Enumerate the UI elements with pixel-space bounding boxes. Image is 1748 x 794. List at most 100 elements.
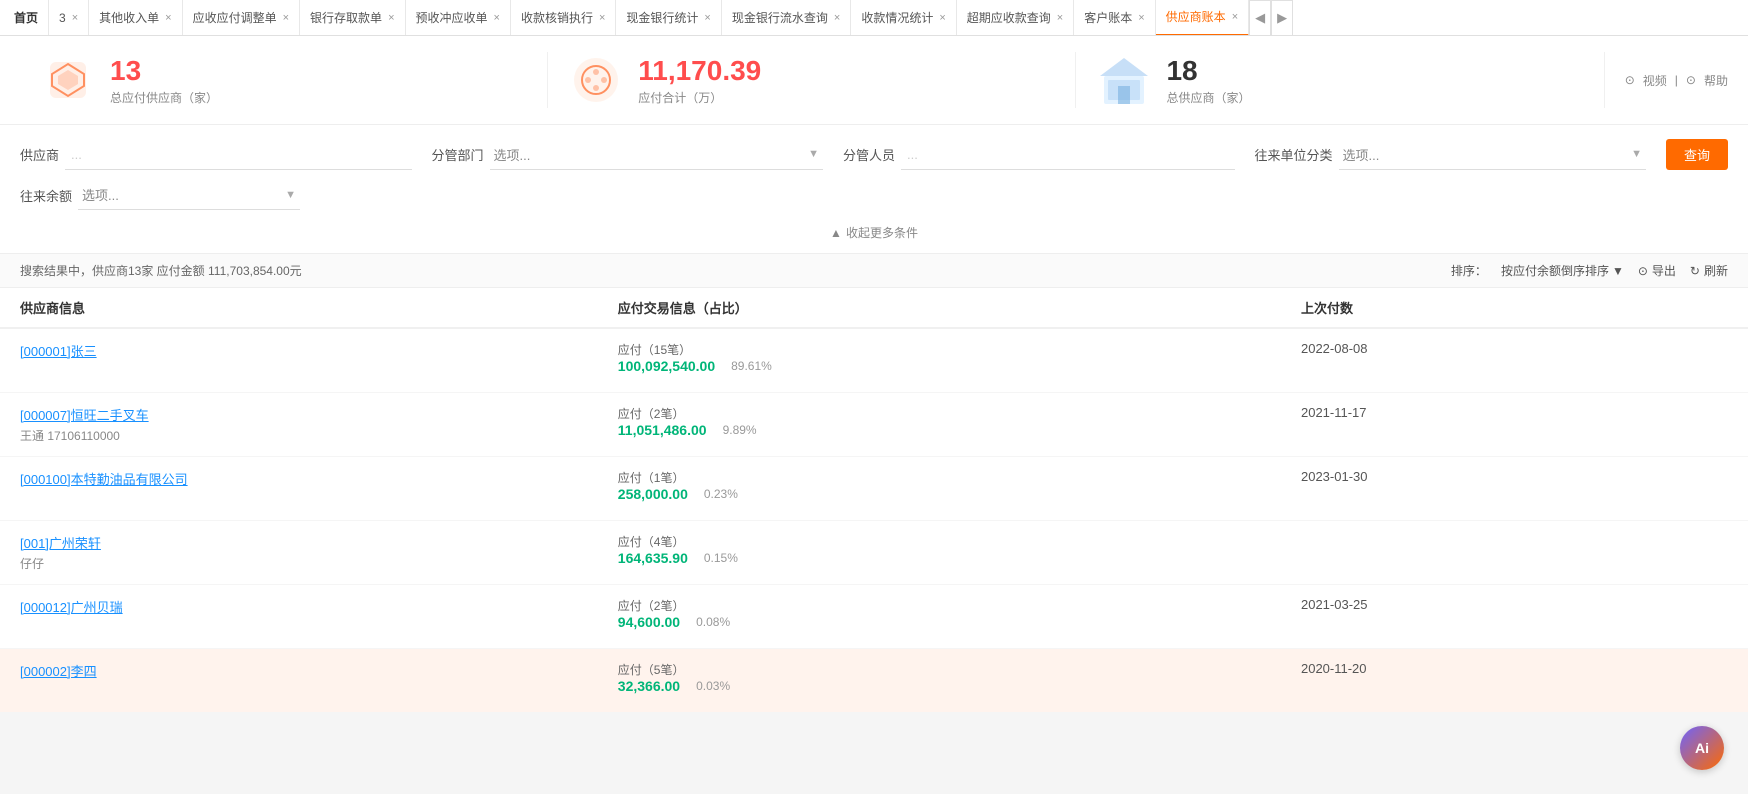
transaction-info-3: 应付（1笔） 258,000.00 0.23% [618,469,1301,502]
supplier-input[interactable] [65,140,411,170]
nav-tab-cash-bank-flow[interactable]: 现金银行流水查询 × [722,0,851,36]
supplier-sub-4: 仔仔 [20,555,618,572]
tab-adjustment-label: 应收应付调整单 [193,9,277,26]
transaction-info-1: 应付（15笔） 100,092,540.00 89.61% [618,341,1301,374]
supplier-link-1[interactable]: [000001]张三 [20,344,97,359]
supplier-info-4: [001]广州荣轩 仔仔 [20,533,618,572]
dept-select-text: 选项... [494,145,809,164]
supplier-link-2[interactable]: [000007]恒旺二手叉车 [20,408,149,423]
close-advance[interactable]: × [494,12,500,24]
sort-select[interactable]: 按应付余额倒序排序 ▼ [1501,262,1624,279]
tab-cash-bank-flow-label: 现金银行流水查询 [732,9,828,26]
trans-amount-6[interactable]: 32,366.00 [618,678,680,694]
nav-next-button[interactable]: ▶ [1271,0,1293,36]
lastpay-date-1: 2022-08-08 [1301,341,1368,356]
payable-amount-label: 应付合计（万） [638,89,761,106]
trans-label-3: 应付（1笔） [618,469,1301,486]
nav-tab-receipt-stat[interactable]: 收款情况统计 × [851,0,956,36]
nav-tab-bank[interactable]: 银行存取款单 × [300,0,405,36]
close-other-income[interactable]: × [165,12,171,24]
refresh-button[interactable]: ↻ 刷新 [1690,262,1728,279]
trans-amount-5[interactable]: 94,600.00 [618,614,680,630]
lastpay-date-5: 2021-03-25 [1301,597,1368,612]
close-tab-3[interactable]: × [72,12,78,24]
balance-chevron-icon: ▼ [285,189,296,201]
filter-row-2: 往来余额 选项... ▼ [20,180,1728,210]
total-suppliers-text: 18 总供应商（家） [1166,54,1250,107]
supplier-info-2: [000007]恒旺二手叉车 王通 17106110000 [20,405,618,444]
table-row: [000002]李四 应付（5笔） 32,366.00 0.03% 2020-1… [0,649,1748,713]
transaction-info-2: 应付（2笔） 11,051,486.00 9.89% [618,405,1301,438]
query-button[interactable]: 查询 [1666,139,1728,170]
supplier-info-5: [000012]广州贝瑞 [20,597,618,616]
trans-label-1: 应付（15笔） [618,341,1301,358]
trans-amount-1[interactable]: 100,092,540.00 [618,358,715,374]
trans-percent-3: 0.23% [704,487,738,501]
summary-bar: 13 总应付供应商（家） 11,170.39 应付合计（万） [0,36,1748,125]
nav-tab-cash-bank-stat[interactable]: 现金银行统计 × [616,0,721,36]
transaction-info-4: 应付（4笔） 164,635.90 0.15% [618,533,1301,566]
tab-cash-bank-stat-label: 现金银行统计 [626,9,698,26]
tab-supplier-ledger-label: 供应商账本 [1166,8,1226,25]
close-supplier-ledger[interactable]: × [1232,11,1238,23]
table-row: [000001]张三 应付（15笔） 100,092,540.00 89.61%… [0,329,1748,393]
filter-dept: 分管部门 选项... ▼ [432,140,824,170]
payable-suppliers-num: 13 [110,54,218,88]
close-receipt-stat[interactable]: × [939,12,945,24]
tab-customer-ledger-label: 客户账本 [1084,9,1132,26]
supplier-link-5[interactable]: [000012]广州贝瑞 [20,600,123,615]
close-cash-bank-stat[interactable]: × [704,12,710,24]
close-collection[interactable]: × [599,12,605,24]
collapse-label: 收起更多条件 [846,224,918,241]
circle-icon2: ⊙ [1686,73,1696,87]
close-adjustment[interactable]: × [283,12,289,24]
help-link[interactable]: 帮助 [1704,72,1728,89]
total-suppliers-num: 18 [1166,54,1250,88]
category-select-text: 选项... [1343,145,1632,164]
nav-tab-3[interactable]: 3 × [49,0,89,36]
payable-suppliers-label: 总应付供应商（家） [110,89,218,106]
filter-balance: 往来余额 选项... ▼ [20,180,300,210]
collapse-button[interactable]: ▲ 收起更多条件 [20,220,1728,245]
tab-receipt-stat-label: 收款情况统计 [861,9,933,26]
nav-tab-overdue[interactable]: 超期应收款查询 × [957,0,1074,36]
trans-percent-6: 0.03% [696,679,730,693]
balance-select[interactable]: 选项... ▼ [78,180,300,210]
trans-amount-3[interactable]: 258,000.00 [618,486,688,502]
trans-percent-1: 89.61% [731,359,772,373]
close-cash-bank-flow[interactable]: × [834,12,840,24]
close-bank[interactable]: × [388,12,394,24]
close-customer-ledger[interactable]: × [1138,12,1144,24]
supplier-link-4[interactable]: [001]广州荣轩 [20,536,101,551]
category-select[interactable]: 选项... ▼ [1339,140,1646,170]
close-overdue[interactable]: × [1057,12,1063,24]
person-input[interactable] [901,140,1234,170]
nav-prev-button[interactable]: ◀ [1249,0,1271,36]
ai-button[interactable]: Ai [1680,726,1724,770]
supplier-link-6[interactable]: [000002]李四 [20,664,97,679]
nav-tab-home[interactable]: 首页 [4,0,49,36]
nav-tab-collection[interactable]: 收款核销执行 × [511,0,616,36]
export-button[interactable]: ⊙ 导出 [1638,262,1676,279]
trans-amount-4[interactable]: 164,635.90 [618,550,688,566]
nav-tab-adjustment[interactable]: 应收应付调整单 × [183,0,300,36]
supplier-info-3: [000100]本特勤油品有限公司 [20,469,618,488]
nav-tab-customer-ledger[interactable]: 客户账本 × [1074,0,1155,36]
trans-amount-2[interactable]: 11,051,486.00 [618,422,707,438]
ai-button-label: Ai [1695,740,1709,756]
trans-label-5: 应付（2笔） [618,597,1301,614]
trans-percent-5: 0.08% [696,615,730,629]
nav-tab-supplier-ledger[interactable]: 供应商账本 × [1156,0,1249,36]
dept-select[interactable]: 选项... ▼ [490,140,823,170]
trans-percent-4: 0.15% [704,551,738,565]
col-header-supplier: 供应商信息 [20,298,618,317]
nav-tab-advance[interactable]: 预收冲应收单 × [406,0,511,36]
nav-tab-other-income[interactable]: 其他收入单 × [89,0,182,36]
top-right-links: ⊙ 视频 | ⊙ 帮助 [1605,72,1728,89]
filter-category: 往来单位分类 选项... ▼ [1255,140,1647,170]
refresh-label: 刷新 [1704,262,1728,279]
table-row: [001]广州荣轩 仔仔 应付（4笔） 164,635.90 0.15% [0,521,1748,585]
video-link[interactable]: 视频 [1643,72,1667,89]
supplier-link-3[interactable]: [000100]本特勤油品有限公司 [20,472,188,487]
grain-icon [568,52,624,108]
